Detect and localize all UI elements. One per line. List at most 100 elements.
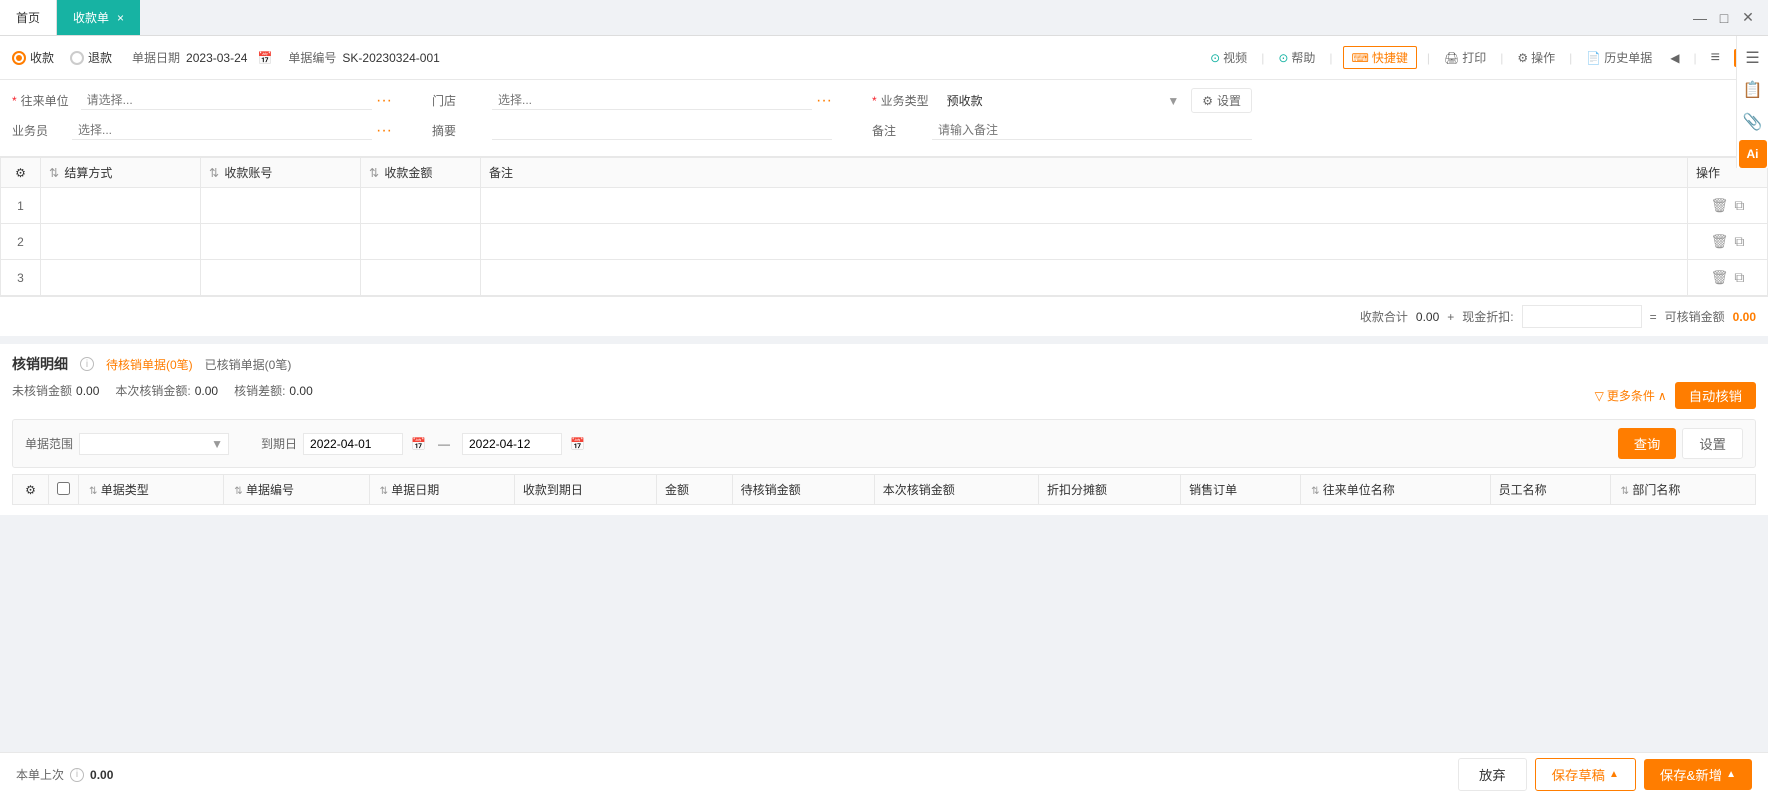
- sep1: |: [1261, 51, 1264, 65]
- pending-tab[interactable]: 待核销单据(0笔): [106, 356, 193, 373]
- col-settings[interactable]: ⚙: [1, 158, 41, 188]
- btcol-settings[interactable]: ⚙: [13, 475, 49, 505]
- abstract-input[interactable]: [492, 121, 832, 140]
- current-stat: 本次核销金额: 0.00: [115, 382, 218, 399]
- row-1-settlement[interactable]: [41, 188, 201, 224]
- row-1-amount[interactable]: [361, 188, 481, 224]
- draft-dropdown-icon[interactable]: ▲: [1609, 769, 1619, 780]
- sidebar-icon-doc[interactable]: 📋: [1739, 76, 1767, 104]
- settings-btn[interactable]: ⚙ 设置: [1191, 88, 1252, 113]
- row-1-copy-icon[interactable]: ⧉: [1734, 197, 1744, 214]
- doctype-sort-icon[interactable]: ⇅: [89, 486, 97, 497]
- row-2-copy-icon[interactable]: ⧉: [1734, 233, 1744, 250]
- filter-settings-btn[interactable]: 设置: [1682, 428, 1743, 459]
- row-num-2: 2: [1, 224, 41, 260]
- partner-more-btn[interactable]: ···: [376, 93, 392, 109]
- shop-input[interactable]: [492, 91, 812, 110]
- dept-sort-icon[interactable]: ⇅: [1621, 486, 1629, 497]
- btcol-checkbox[interactable]: [49, 475, 79, 505]
- row-3-settlement[interactable]: [41, 260, 201, 296]
- row-3-remark[interactable]: [481, 260, 1688, 296]
- close-btn[interactable]: ✕: [1740, 10, 1756, 26]
- maximize-btn[interactable]: □: [1716, 10, 1732, 26]
- range-label: 单据范围: [25, 435, 73, 452]
- operation-btn[interactable]: ⚙ 操作: [1513, 47, 1559, 68]
- biztype-dropdown-icon[interactable]: ▼: [1167, 94, 1179, 108]
- tab-home[interactable]: 首页: [0, 0, 57, 35]
- partner-sort-icon[interactable]: ⇅: [1311, 486, 1319, 497]
- shortcut-btn[interactable]: ⌨ 快捷键: [1343, 46, 1417, 69]
- range-select[interactable]: [79, 433, 229, 455]
- query-btn[interactable]: 查询: [1618, 428, 1677, 459]
- btcol-docdate: ⇅ 单据日期: [369, 475, 514, 505]
- prev-btn[interactable]: ◀: [1666, 49, 1683, 67]
- row-1-remark[interactable]: [481, 188, 1688, 224]
- tab-close-icon[interactable]: ×: [117, 11, 124, 25]
- draft-btn[interactable]: 保存草稿 ▲: [1535, 758, 1636, 791]
- date-to-input[interactable]: [462, 433, 562, 455]
- table-settings-icon: ⚙: [15, 166, 26, 180]
- row-2-account[interactable]: [201, 224, 361, 260]
- number-field: 单据编号 SK-20230324-001: [288, 49, 439, 66]
- help-btn[interactable]: ⊙ 帮助: [1274, 47, 1319, 68]
- row-2-delete-icon[interactable]: 🗑: [1711, 233, 1729, 250]
- date-from-input[interactable]: [303, 433, 403, 455]
- radio-receipt[interactable]: 收款: [12, 49, 54, 66]
- sidebar-icon-attach[interactable]: 📎: [1739, 108, 1767, 136]
- row-3-account[interactable]: [201, 260, 361, 296]
- row-3-delete-icon[interactable]: 🗑: [1711, 269, 1729, 286]
- row-1-account[interactable]: [201, 188, 361, 224]
- save-new-btn[interactable]: 保存&新增 ▲: [1644, 759, 1752, 790]
- more-conditions-btn[interactable]: ▽ 更多条件 ∧: [1595, 387, 1667, 404]
- remark-label: 备注: [872, 122, 932, 139]
- scroll-area[interactable]: 收款 退款 单据日期 2023-03-24 📅 单据编号 SK-20230324…: [0, 36, 1768, 796]
- available-value: 0.00: [1733, 310, 1756, 324]
- history-btn[interactable]: 📄 历史单据: [1582, 47, 1656, 68]
- discount-input[interactable]: [1522, 305, 1642, 328]
- row-1-delete-icon[interactable]: 🗑: [1711, 197, 1729, 214]
- staff-more-btn[interactable]: ···: [376, 123, 392, 139]
- col-settlement-sort[interactable]: ⇅: [49, 166, 59, 180]
- radio-refund[interactable]: 退款: [70, 49, 112, 66]
- auto-hexiao-btn[interactable]: 自动核销: [1675, 382, 1756, 409]
- abandon-btn[interactable]: 放弃: [1458, 758, 1527, 791]
- staff-input[interactable]: [72, 121, 372, 140]
- date-value: 2023-03-24: [186, 51, 247, 65]
- summary-row: 收款合计 0.00 + 现金折扣: = 可核销金额 0.00: [0, 296, 1768, 336]
- radio-receipt-dot: [12, 51, 26, 65]
- row-2-amount[interactable]: [361, 224, 481, 260]
- save-new-dropdown-icon[interactable]: ▲: [1726, 769, 1736, 780]
- date-from-icon[interactable]: 📅: [411, 437, 426, 451]
- minimize-btn[interactable]: —: [1692, 10, 1708, 26]
- tab-receipt[interactable]: 收款单 ×: [57, 0, 140, 35]
- date-field: 单据日期 2023-03-24 📅: [132, 49, 272, 66]
- shop-more-btn[interactable]: ···: [816, 93, 832, 109]
- biztype-field: * 业务类型 预收款 ▼ ⚙ 设置: [872, 88, 1252, 113]
- sidebar-icon-table[interactable]: ☰: [1739, 44, 1767, 72]
- partner-input[interactable]: [81, 91, 372, 110]
- hexiao-info-icon[interactable]: i: [80, 357, 94, 371]
- tab-bar: 首页 收款单 × — □ ✕: [0, 0, 1768, 36]
- print-btn[interactable]: 🖨 打印: [1440, 47, 1490, 68]
- row-2-remark[interactable]: [481, 224, 1688, 260]
- row-3-amount[interactable]: [361, 260, 481, 296]
- row-3-copy-icon[interactable]: ⧉: [1734, 269, 1744, 286]
- col-amount-sort[interactable]: ⇅: [369, 166, 379, 180]
- done-tab[interactable]: 已核销单据(0笔): [205, 356, 292, 373]
- remark-input[interactable]: [932, 121, 1252, 140]
- calendar-icon[interactable]: 📅: [257, 51, 272, 65]
- receipt-table: ⚙ ⇅ 结算方式 ⇅ 收款账号 ⇅: [0, 157, 1768, 296]
- select-all-checkbox[interactable]: [57, 482, 70, 495]
- col-account: ⇅ 收款账号: [201, 158, 361, 188]
- col-account-sort[interactable]: ⇅: [209, 166, 219, 180]
- footer-info-icon[interactable]: i: [70, 768, 84, 782]
- docdate-sort-icon[interactable]: ⇅: [380, 486, 388, 497]
- video-btn[interactable]: ⊙ 视频: [1206, 47, 1251, 68]
- date-to-icon[interactable]: 📅: [570, 437, 585, 451]
- row-2-settlement[interactable]: [41, 224, 201, 260]
- docnum-sort-icon[interactable]: ⇅: [234, 486, 242, 497]
- list-view-btn[interactable]: ≡: [1707, 47, 1724, 69]
- sidebar-icon-ai[interactable]: Ai: [1739, 140, 1767, 168]
- table-area: ⚙ ⇅ 结算方式 ⇅ 收款账号 ⇅: [0, 157, 1768, 336]
- hexiao-title: 核销明细: [12, 354, 68, 374]
